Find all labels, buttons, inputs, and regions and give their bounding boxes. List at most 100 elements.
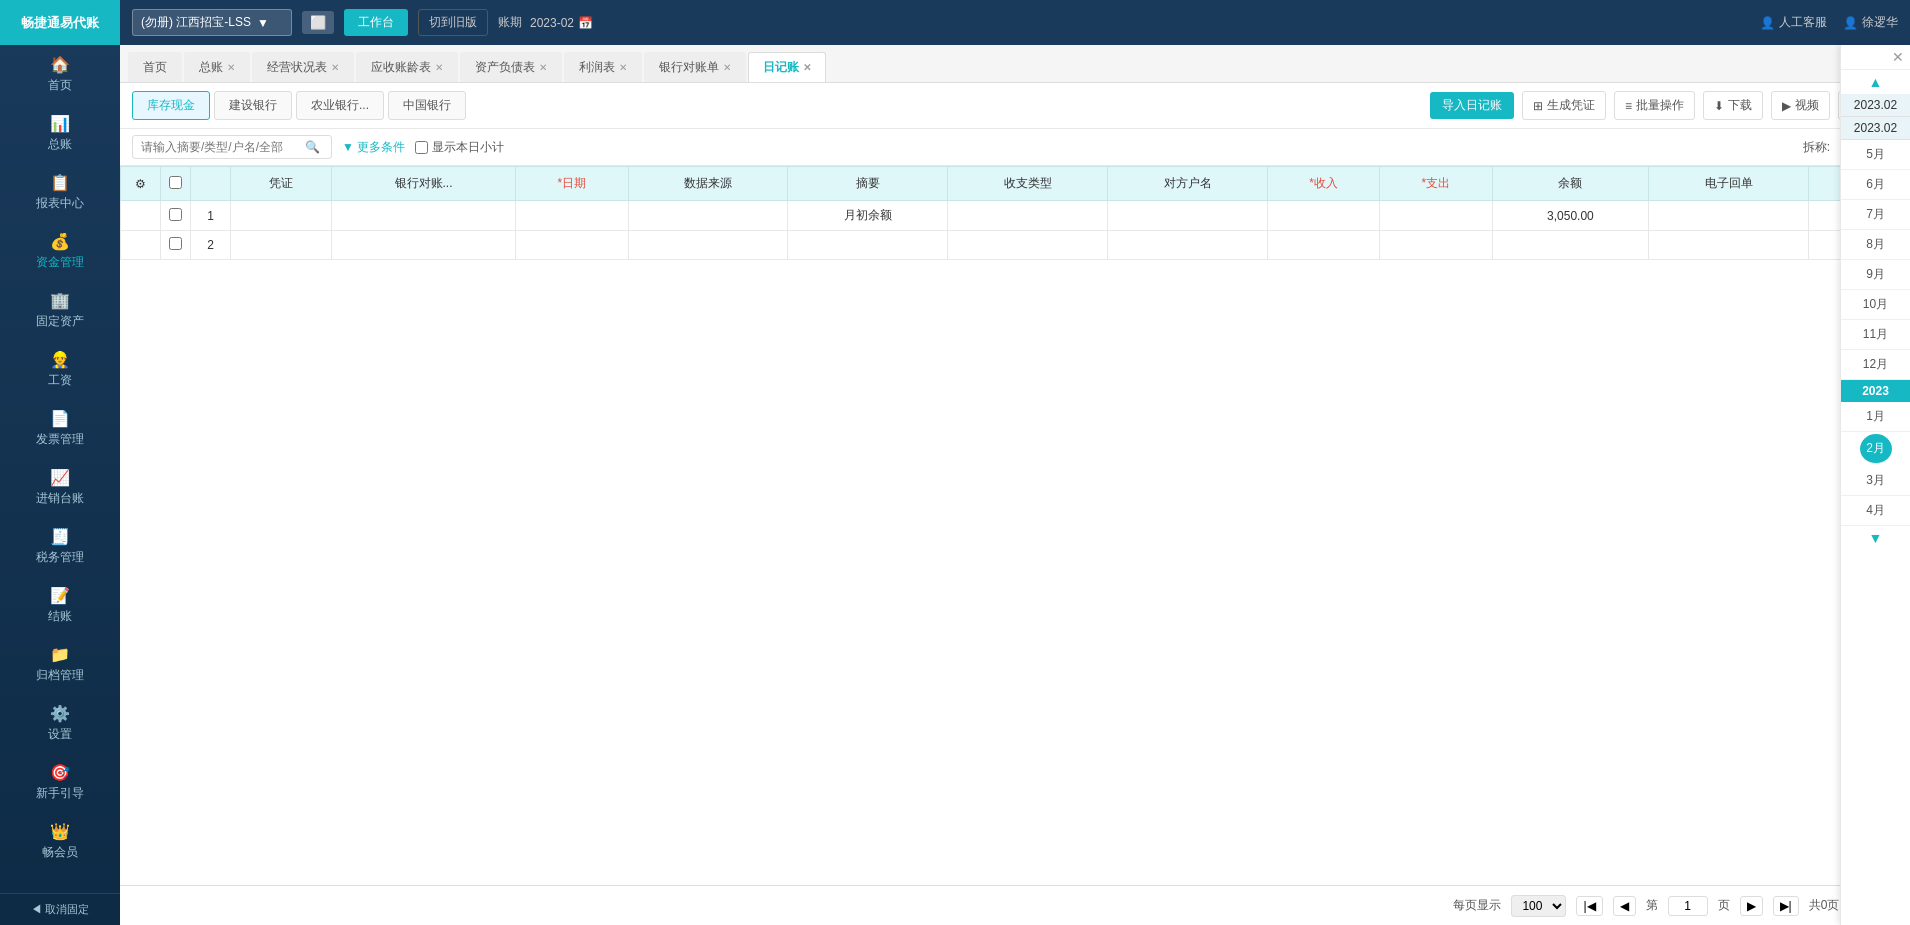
sidebar-item-label: 税务管理 bbox=[36, 549, 84, 566]
app-logo: 畅捷通易代账 bbox=[0, 0, 120, 45]
tab-close-icon[interactable]: ✕ bbox=[227, 62, 235, 73]
show-daily-total-checkbox[interactable]: 显示本日小计 bbox=[415, 139, 504, 156]
sidebar-item-payroll[interactable]: 👷 工资 bbox=[0, 340, 120, 399]
sidebar-item-label: 归档管理 bbox=[36, 667, 84, 684]
date-down-btn[interactable]: ▼ bbox=[1841, 526, 1910, 550]
sidebar-item-archive[interactable]: 📁 归档管理 bbox=[0, 635, 120, 694]
prev-page-btn[interactable]: ◀ bbox=[1613, 896, 1636, 916]
tab-close-icon[interactable]: ✕ bbox=[803, 62, 811, 73]
select-all-check[interactable] bbox=[169, 176, 182, 189]
tab-bank-statement[interactable]: 银行对账单 ✕ bbox=[644, 52, 746, 82]
date-month-5[interactable]: 5月 bbox=[1841, 140, 1910, 170]
sidebar-item-home[interactable]: 🏠 首页 bbox=[0, 45, 120, 104]
tab-balance-sheet[interactable]: 资产负债表 ✕ bbox=[460, 52, 562, 82]
sidebar-item-ledger[interactable]: 📊 总账 bbox=[0, 104, 120, 163]
video-btn[interactable]: ▶ 视频 bbox=[1771, 91, 1830, 120]
row-income-type bbox=[948, 201, 1108, 231]
sidebar-item-label: 资金管理 bbox=[36, 254, 84, 271]
col-date: *日期 bbox=[516, 167, 628, 201]
archive-icon: 📁 bbox=[50, 645, 70, 664]
tab-close-icon[interactable]: ✕ bbox=[539, 62, 547, 73]
download-btn[interactable]: ⬇ 下载 bbox=[1703, 91, 1763, 120]
search-field[interactable]: 🔍 bbox=[132, 135, 332, 159]
date-month-9[interactable]: 9月 bbox=[1841, 260, 1910, 290]
row-check[interactable] bbox=[161, 201, 191, 231]
sidebar-item-closing[interactable]: 📝 结账 bbox=[0, 576, 120, 635]
sidebar-item-tax[interactable]: 🧾 税务管理 bbox=[0, 517, 120, 576]
support-icon: 👤 bbox=[1760, 16, 1775, 30]
col-e-receipt: 电子回单 bbox=[1649, 167, 1809, 201]
date-month-6[interactable]: 6月 bbox=[1841, 170, 1910, 200]
date-month-8[interactable]: 8月 bbox=[1841, 230, 1910, 260]
first-page-btn[interactable]: |◀ bbox=[1576, 896, 1602, 916]
date-month-2[interactable]: 2月 bbox=[1860, 434, 1892, 464]
support-btn[interactable]: 👤 人工客服 bbox=[1760, 14, 1827, 31]
import-journal-btn[interactable]: 导入日记账 bbox=[1430, 92, 1514, 119]
search-input[interactable] bbox=[141, 140, 301, 154]
row-voucher bbox=[231, 201, 332, 231]
daily-total-check[interactable] bbox=[415, 141, 428, 154]
generate-voucher-btn[interactable]: ⊞ 生成凭证 bbox=[1522, 91, 1606, 120]
next-page-btn[interactable]: ▶ bbox=[1740, 896, 1763, 916]
sidebar-item-vip[interactable]: 👑 畅会员 bbox=[0, 812, 120, 871]
invoice-icon: 📄 bbox=[50, 409, 70, 428]
date-month-7[interactable]: 7月 bbox=[1841, 200, 1910, 230]
copy-btn[interactable]: ⬜ bbox=[302, 11, 334, 34]
workbench-btn[interactable]: 工作台 bbox=[344, 9, 408, 36]
col-check[interactable] bbox=[161, 167, 191, 201]
tab-home[interactable]: 首页 bbox=[128, 52, 182, 82]
date-month-1[interactable]: 1月 bbox=[1841, 402, 1910, 432]
col-income-type: 收支类型 bbox=[948, 167, 1108, 201]
sidebar-item-reports[interactable]: 📋 报表中心 bbox=[0, 163, 120, 222]
switch-old-btn[interactable]: 切到旧版 bbox=[418, 9, 488, 36]
sub-tab-cash[interactable]: 库存现金 bbox=[132, 91, 210, 120]
sidebar-item-settings[interactable]: ⚙️ 设置 bbox=[0, 694, 120, 753]
date-up-btn[interactable]: ▲ bbox=[1841, 70, 1910, 94]
row-summary bbox=[788, 231, 948, 260]
dropdown-icon: ▼ bbox=[257, 16, 269, 30]
date-month-3[interactable]: 3月 bbox=[1841, 466, 1910, 496]
page-size-select[interactable]: 100 50 200 bbox=[1511, 895, 1566, 917]
sidebar-item-sales[interactable]: 📈 进销台账 bbox=[0, 458, 120, 517]
date-panel-close: ✕ bbox=[1841, 45, 1910, 70]
unpin-btn[interactable]: ◀ 取消固定 bbox=[0, 893, 120, 925]
sub-tab-ccb[interactable]: 建设银行 bbox=[214, 91, 292, 120]
table-row: 1 月初余额 3,050.00 bbox=[121, 201, 1910, 231]
sub-tab-abc[interactable]: 农业银行... bbox=[296, 91, 384, 120]
sidebar-item-newbie[interactable]: 🎯 新手引导 bbox=[0, 753, 120, 812]
more-filter-btn[interactable]: ▼ 更多条件 bbox=[342, 139, 405, 156]
row-e-receipt bbox=[1649, 231, 1809, 260]
row-data-source bbox=[628, 231, 788, 260]
date-month-4[interactable]: 4月 bbox=[1841, 496, 1910, 526]
page-input[interactable] bbox=[1668, 896, 1708, 916]
user-profile[interactable]: 👤 徐逻华 bbox=[1843, 14, 1898, 31]
tab-ledger[interactable]: 总账 ✕ bbox=[184, 52, 250, 82]
tab-label: 资产负债表 bbox=[475, 59, 535, 76]
sidebar-item-invoice[interactable]: 📄 发票管理 bbox=[0, 399, 120, 458]
row-income bbox=[1267, 201, 1379, 231]
col-settings[interactable]: ⚙ bbox=[121, 167, 161, 201]
date-month-10[interactable]: 10月 bbox=[1841, 290, 1910, 320]
last-page-btn[interactable]: ▶| bbox=[1773, 896, 1799, 916]
sub-tab-boc[interactable]: 中国银行 bbox=[388, 91, 466, 120]
sidebar-item-assets[interactable]: 🏢 固定资产 bbox=[0, 281, 120, 340]
row-check[interactable] bbox=[161, 231, 191, 260]
top-bar-right: 👤 人工客服 👤 徐逻华 bbox=[1760, 14, 1898, 31]
date-month-11[interactable]: 11月 bbox=[1841, 320, 1910, 350]
tab-close-icon[interactable]: ✕ bbox=[619, 62, 627, 73]
tab-close-icon[interactable]: ✕ bbox=[435, 62, 443, 73]
tab-close-icon[interactable]: ✕ bbox=[331, 62, 339, 73]
calendar-icon[interactable]: 📅 bbox=[578, 16, 593, 30]
current-year-label: 2023 bbox=[1841, 380, 1910, 402]
tab-journal[interactable]: 日记账 ✕ bbox=[748, 52, 826, 82]
batch-op-btn[interactable]: ≡ 批量操作 bbox=[1614, 91, 1695, 120]
sidebar-item-funds[interactable]: 💰 资金管理 bbox=[0, 222, 120, 281]
tab-profit[interactable]: 利润表 ✕ bbox=[564, 52, 642, 82]
tab-close-icon[interactable]: ✕ bbox=[723, 62, 731, 73]
sidebar-item-label: 首页 bbox=[48, 77, 72, 94]
close-icon[interactable]: ✕ bbox=[1892, 49, 1904, 65]
date-month-12[interactable]: 12月 bbox=[1841, 350, 1910, 380]
company-selector[interactable]: (勿册) 江西招宝-LSS ▼ bbox=[132, 9, 292, 36]
tab-operations[interactable]: 经营状况表 ✕ bbox=[252, 52, 354, 82]
tab-receivables[interactable]: 应收账龄表 ✕ bbox=[356, 52, 458, 82]
